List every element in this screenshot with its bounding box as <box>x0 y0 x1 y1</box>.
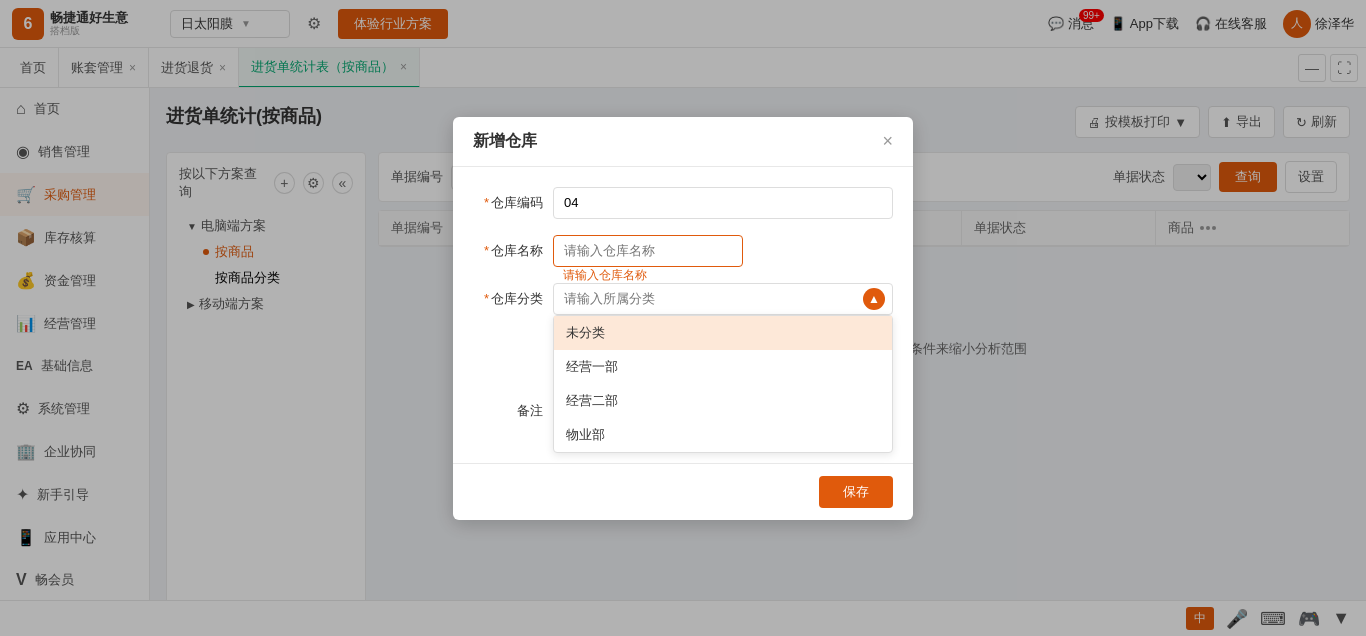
category-dropdown: 未分类 经营一部 经营二部 物业部 <box>553 315 893 453</box>
dropdown-item-dept1[interactable]: 经营一部 <box>554 350 892 384</box>
category-input[interactable] <box>553 283 893 315</box>
modal-header: 新增仓库 × <box>453 117 913 167</box>
remark-label: 备注 <box>473 395 553 427</box>
warehouse-name-error: 请输入仓库名称 <box>563 267 647 284</box>
modal-close-button[interactable]: × <box>882 131 893 152</box>
category-field: ▲ 未分类 经营一部 经营二部 物业部 <box>553 283 893 315</box>
warehouse-code-row: 仓库编码 <box>473 187 893 219</box>
warehouse-name-label: 仓库名称 <box>473 235 553 267</box>
modal-overlay: 新增仓库 × 仓库编码 仓库名称 请输入仓库名称 仓库分类 <box>0 0 1366 636</box>
dropdown-item-property[interactable]: 物业部 <box>554 418 892 452</box>
modal-body: 仓库编码 仓库名称 请输入仓库名称 仓库分类 ▲ 未分类 <box>453 167 913 463</box>
warehouse-category-label: 仓库分类 <box>473 283 553 315</box>
category-arrow-btn[interactable]: ▲ <box>863 288 885 310</box>
new-warehouse-modal: 新增仓库 × 仓库编码 仓库名称 请输入仓库名称 仓库分类 <box>453 117 913 520</box>
modal-title: 新增仓库 <box>473 131 537 152</box>
warehouse-code-label: 仓库编码 <box>473 187 553 219</box>
dropdown-item-dept2[interactable]: 经营二部 <box>554 384 892 418</box>
modal-footer: 保存 <box>453 463 913 520</box>
warehouse-name-row: 仓库名称 请输入仓库名称 <box>473 235 893 267</box>
warehouse-code-input[interactable] <box>553 187 893 219</box>
warehouse-category-row: 仓库分类 ▲ 未分类 经营一部 经营二部 物业部 <box>473 283 893 315</box>
dropdown-item-unclassified[interactable]: 未分类 <box>554 316 892 350</box>
warehouse-name-input[interactable] <box>553 235 743 267</box>
save-button[interactable]: 保存 <box>819 476 893 508</box>
